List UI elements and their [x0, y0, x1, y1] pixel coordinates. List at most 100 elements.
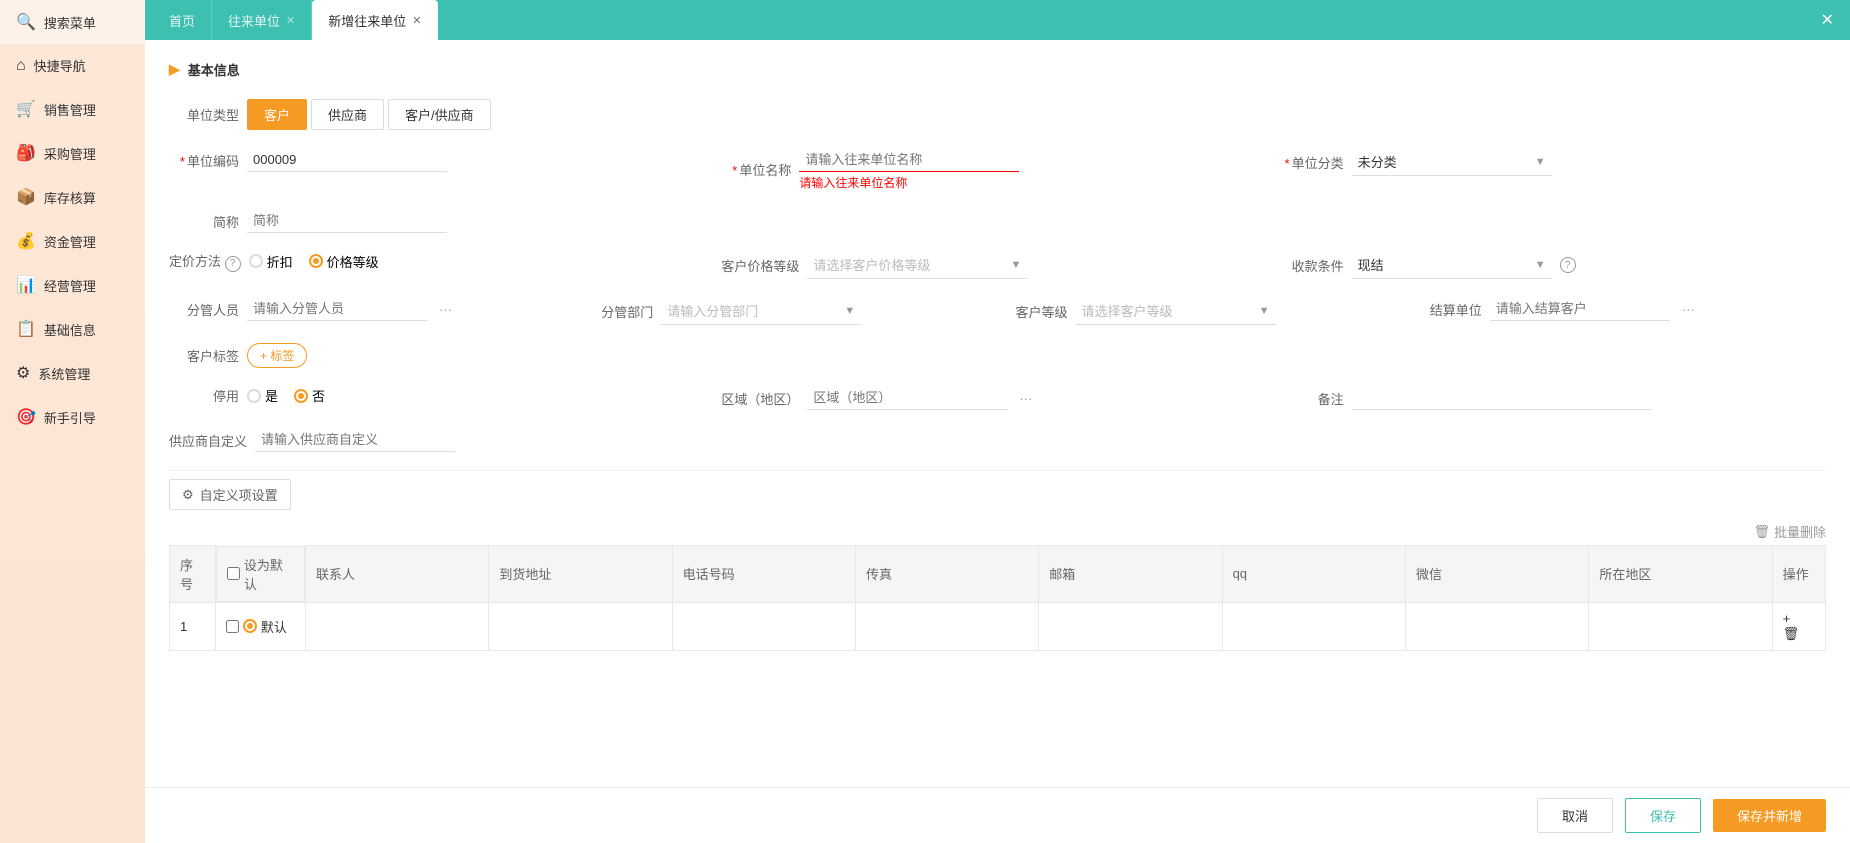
tab-home[interactable]: 首页 — [153, 0, 212, 40]
cell-qq[interactable] — [1222, 602, 1405, 650]
cell-fax[interactable] — [855, 602, 1038, 650]
pricing-discount-radio[interactable]: 折扣 — [249, 252, 293, 271]
phone-input[interactable] — [683, 619, 845, 634]
cell-region[interactable] — [1589, 602, 1772, 650]
unit-btn-customer[interactable]: 客户 — [247, 99, 307, 130]
select-all-checkbox[interactable] — [227, 567, 240, 580]
row-default-radio[interactable]: 默认 — [243, 617, 287, 636]
region-dots-icon[interactable]: ··· — [1015, 391, 1036, 406]
settlement-dots-icon[interactable]: ··· — [1678, 302, 1699, 317]
email-input[interactable] — [1049, 619, 1211, 634]
sidebar-item-guide[interactable]: 🎯 新手引导 — [0, 395, 145, 439]
discount-radio-outer — [249, 254, 263, 268]
close-new-unit-tab-icon[interactable]: ✕ — [412, 14, 421, 27]
operations-icon: 📊 — [16, 275, 36, 295]
tab-new-unit[interactable]: 新增往来单位 ✕ — [312, 0, 438, 40]
sidebar-item-basic-info[interactable]: 📋 基础信息 — [0, 307, 145, 351]
unit-code-input[interactable] — [247, 148, 447, 172]
price-level-select[interactable]: 请选择客户价格等级 ▼ — [807, 251, 1027, 279]
dept-select[interactable]: 请输入分管部门 ▼ — [661, 297, 861, 325]
sidebar-item-search[interactable]: 🔍 搜索菜单 — [0, 0, 145, 44]
manager-input[interactable] — [247, 297, 427, 321]
disabled-label: 停用 — [169, 386, 239, 405]
region-group: 区域（地区） ··· — [721, 386, 1273, 410]
qq-input[interactable] — [1233, 619, 1395, 634]
sidebar-item-label: 基础信息 — [44, 320, 96, 339]
pricing-radio-group: 折扣 价格等级 — [249, 252, 379, 271]
inventory-icon: 📦 — [16, 187, 36, 207]
short-name-input[interactable] — [247, 209, 447, 233]
save-button[interactable]: 保存 — [1625, 798, 1701, 833]
supplier-custom-input[interactable] — [255, 428, 455, 452]
payment-terms-select[interactable]: 现结 ▼ — [1352, 251, 1552, 279]
window-close-button[interactable]: ✕ — [1813, 10, 1842, 30]
region-input[interactable] — [807, 386, 1007, 410]
cell-action: + 🗑 — [1772, 602, 1825, 650]
contact-input[interactable] — [316, 619, 478, 634]
sidebar-item-purchase[interactable]: 🎒 采购管理 — [0, 131, 145, 175]
unit-btn-supplier[interactable]: 供应商 — [311, 99, 384, 130]
col-no: 序号 — [170, 546, 216, 603]
row-checkbox[interactable] — [226, 620, 239, 633]
customer-level-select[interactable]: 请选择客户等级 ▼ — [1076, 297, 1276, 325]
dept-chevron-icon: ▼ — [844, 305, 855, 317]
delete-row-icon[interactable]: 🗑 — [1783, 626, 1800, 641]
sidebar-item-label: 库存核算 — [44, 188, 96, 207]
col-fax: 传真 — [855, 546, 1038, 603]
fax-input[interactable] — [866, 619, 1028, 634]
wechat-input[interactable] — [1416, 619, 1578, 634]
sidebar-item-finance[interactable]: 💰 资金管理 — [0, 219, 145, 263]
level-radio-inner — [313, 258, 319, 264]
manager-dots-icon[interactable]: ··· — [435, 302, 456, 317]
unit-btn-both[interactable]: 客户/供应商 — [388, 99, 491, 130]
manager-row: 分管人员 ··· 分管部门 请输入分管部门 ▼ 客户等级 请选择客户等级 ▼ 结… — [169, 297, 1826, 325]
short-name-group: 简称 — [169, 209, 1826, 233]
save-new-button[interactable]: 保存并新增 — [1713, 799, 1826, 832]
address-input[interactable] — [499, 619, 661, 634]
col-phone: 电话号码 — [672, 546, 855, 603]
unit-name-field: 请输入往来单位名称 — [799, 148, 1019, 191]
unit-type-row: 单位类型 客户 供应商 客户/供应商 — [169, 99, 1826, 130]
pricing-row: 定价方法 ? 折扣 价格等级 客户价格 — [169, 251, 1826, 279]
sidebar-item-sales[interactable]: 🛒 销售管理 — [0, 87, 145, 131]
cell-email[interactable] — [1039, 602, 1222, 650]
sidebar-item-operations[interactable]: 📊 经营管理 — [0, 263, 145, 307]
form-content: ▶ 基本信息 单位类型 客户 供应商 客户/供应商 *单位编码 — [145, 40, 1850, 787]
sidebar-item-quick-nav[interactable]: ⌂ 快捷导航 — [0, 44, 145, 87]
unit-main-row: *单位编码 *单位名称 请输入往来单位名称 *单位分类 未分类 — [169, 148, 1826, 191]
cell-contact[interactable] — [306, 602, 489, 650]
table-row: 1 默认 — [170, 602, 1826, 650]
close-units-tab-icon[interactable]: ✕ — [286, 14, 295, 27]
cell-wechat[interactable] — [1406, 602, 1589, 650]
cancel-button[interactable]: 取消 — [1537, 798, 1613, 833]
custom-settings-button[interactable]: ⚙ 自定义项设置 — [169, 479, 291, 510]
sidebar-item-system[interactable]: ⚙ 系统管理 — [0, 351, 145, 395]
remarks-input[interactable] — [1352, 386, 1652, 410]
unit-name-input[interactable] — [799, 148, 1019, 172]
pricing-help-icon[interactable]: ? — [225, 256, 241, 272]
finance-icon: 💰 — [16, 231, 36, 251]
unit-code-label: *单位编码 — [169, 151, 239, 170]
short-name-label: 简称 — [169, 212, 239, 231]
batch-delete-area[interactable]: 🗑 批量删除 — [169, 522, 1826, 541]
unit-code-group: *单位编码 — [169, 148, 721, 172]
row-region-input[interactable] — [1599, 619, 1761, 634]
section-title: 基本信息 — [188, 60, 240, 79]
settlement-input[interactable] — [1490, 297, 1670, 321]
payment-terms-group: 收款条件 现结 ▼ ? — [1274, 251, 1826, 279]
unit-category-select[interactable]: 未分类 ▼ — [1352, 148, 1552, 176]
col-wechat: 微信 — [1406, 546, 1589, 603]
cell-phone[interactable] — [672, 602, 855, 650]
disabled-no-radio-outer — [294, 389, 308, 403]
add-tag-button[interactable]: + 标签 — [247, 343, 307, 368]
tab-units[interactable]: 往来单位 ✕ — [212, 0, 312, 40]
cell-address[interactable] — [489, 602, 672, 650]
disabled-yes-radio[interactable]: 是 — [247, 386, 278, 405]
add-row-icon[interactable]: + — [1783, 611, 1791, 626]
pricing-level-radio[interactable]: 价格等级 — [309, 252, 379, 271]
sidebar-item-inventory[interactable]: 📦 库存核算 — [0, 175, 145, 219]
disabled-no-radio[interactable]: 否 — [294, 386, 325, 405]
payment-help-icon[interactable]: ? — [1560, 257, 1576, 273]
settlement-label: 结算单位 — [1412, 300, 1482, 319]
payment-terms-label: 收款条件 — [1274, 256, 1344, 275]
